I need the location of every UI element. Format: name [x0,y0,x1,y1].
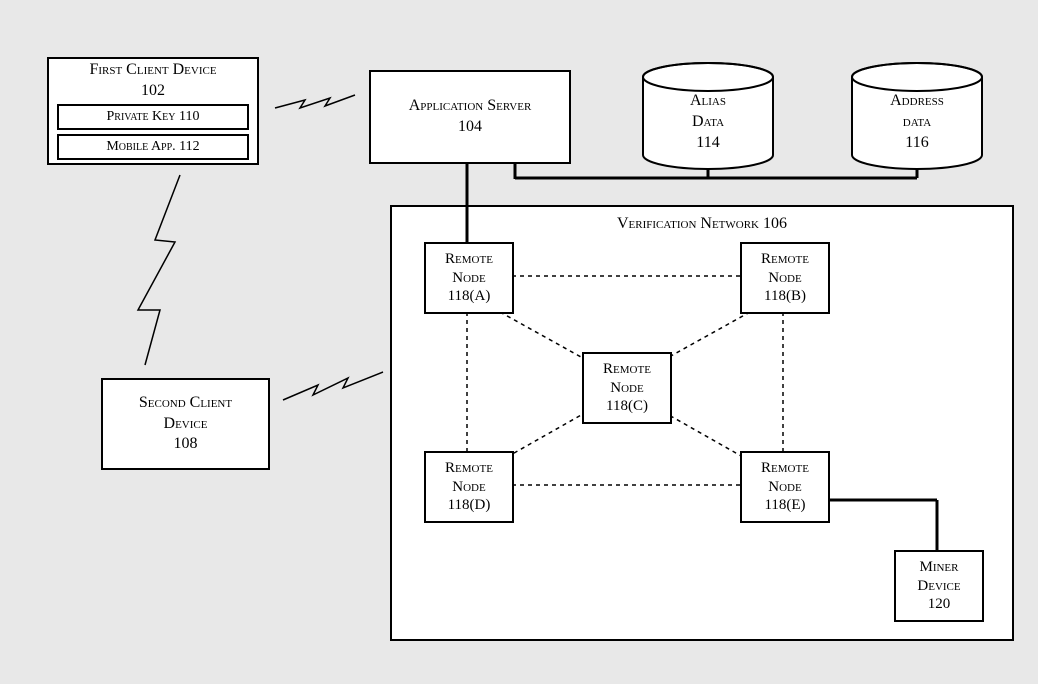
node-d-l2: Node [452,478,485,497]
node-a-l1: Remote [445,250,493,269]
mobile-app-box: Mobile App. 112 [57,134,249,160]
lightning-second-to-network [278,370,388,410]
address-num: 116 [850,133,984,154]
verification-network-title: Verification Network 106 [392,215,1012,233]
lightning-first-to-appserver [270,90,360,120]
app-server-num: 104 [458,117,482,138]
node-d-l1: Remote [445,459,493,478]
alias-data-cylinder: Alias Data 114 [641,61,775,171]
node-c-l1: Remote [603,360,651,379]
remote-node-c-box: Remote Node 118(C) [582,352,672,424]
address-data-cylinder: Address data 116 [850,61,984,171]
remote-node-a-box: Remote Node 118(A) [424,242,514,314]
first-client-title: First Client Device [89,60,216,81]
node-d-l3: 118(D) [448,496,491,515]
alias-title2: Data [641,112,775,133]
lightning-first-to-second [130,170,200,370]
first-client-num: 102 [141,81,165,102]
node-b-l3: 118(B) [764,287,806,306]
second-client-title1: Second Client [139,393,232,414]
alias-title: Alias [641,91,775,112]
app-server-title: Application Server [409,96,532,117]
miner-device-box: Miner Device 120 [894,550,984,622]
node-e-l3: 118(E) [764,496,805,515]
remote-node-d-box: Remote Node 118(D) [424,451,514,523]
second-client-num: 108 [174,434,198,455]
first-client-device-box: First Client Device 102 Private Key 110 … [47,57,259,165]
application-server-box: Application Server 104 [369,70,571,164]
remote-node-b-box: Remote Node 118(B) [740,242,830,314]
second-client-device-box: Second Client Device 108 [101,378,270,470]
node-b-l2: Node [768,269,801,288]
node-a-l2: Node [452,269,485,288]
miner-l2: Device [917,577,960,596]
address-title: Address [850,91,984,112]
address-title2: data [850,112,984,133]
second-client-title2: Device [164,414,208,435]
node-c-l3: 118(C) [606,397,648,416]
node-b-l1: Remote [761,250,809,269]
node-e-l1: Remote [761,459,809,478]
node-a-l3: 118(A) [448,287,491,306]
alias-num: 114 [641,133,775,154]
miner-l3: 120 [928,595,951,614]
remote-node-e-box: Remote Node 118(E) [740,451,830,523]
miner-l1: Miner [919,558,958,577]
private-key-box: Private Key 110 [57,104,249,130]
node-c-l2: Node [610,379,643,398]
node-e-l2: Node [768,478,801,497]
